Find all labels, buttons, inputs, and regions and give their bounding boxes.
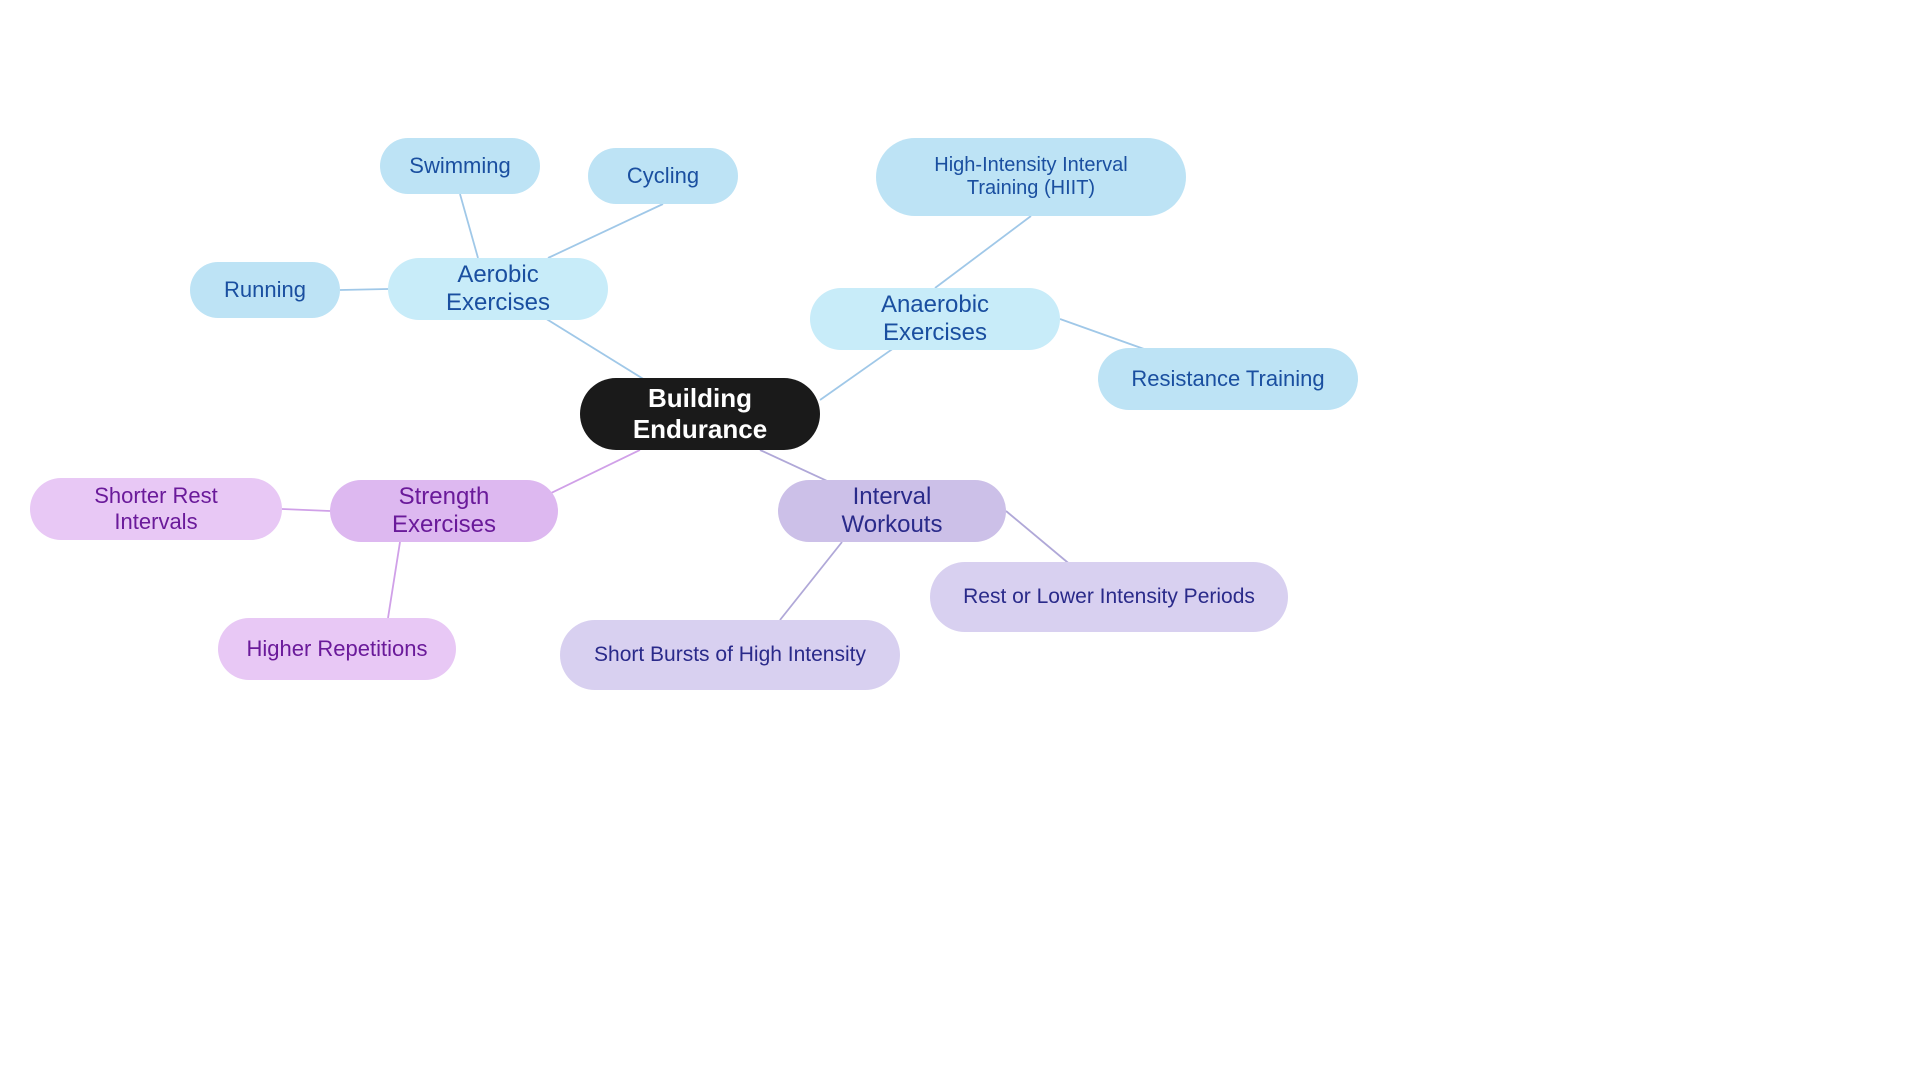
higher-rep-node: Higher Repetitions [218, 618, 456, 680]
shorter-rest-node: Shorter Rest Intervals [30, 478, 282, 540]
aerobic-node: Aerobic Exercises [388, 258, 608, 320]
interval-node: Interval Workouts [778, 480, 1006, 542]
cycling-node: Cycling [588, 148, 738, 204]
running-node: Running [190, 262, 340, 318]
strength-node: Strength Exercises [330, 480, 558, 542]
swimming-node: Swimming [380, 138, 540, 194]
resistance-node: Resistance Training [1098, 348, 1358, 410]
short-bursts-node: Short Bursts of High Intensity [560, 620, 900, 690]
hiit-node: High-Intensity Interval Training (HIIT) [876, 138, 1186, 216]
anaerobic-node: Anaerobic Exercises [810, 288, 1060, 350]
rest-lower-node: Rest or Lower Intensity Periods [930, 562, 1288, 632]
center-node: Building Endurance [580, 378, 820, 450]
